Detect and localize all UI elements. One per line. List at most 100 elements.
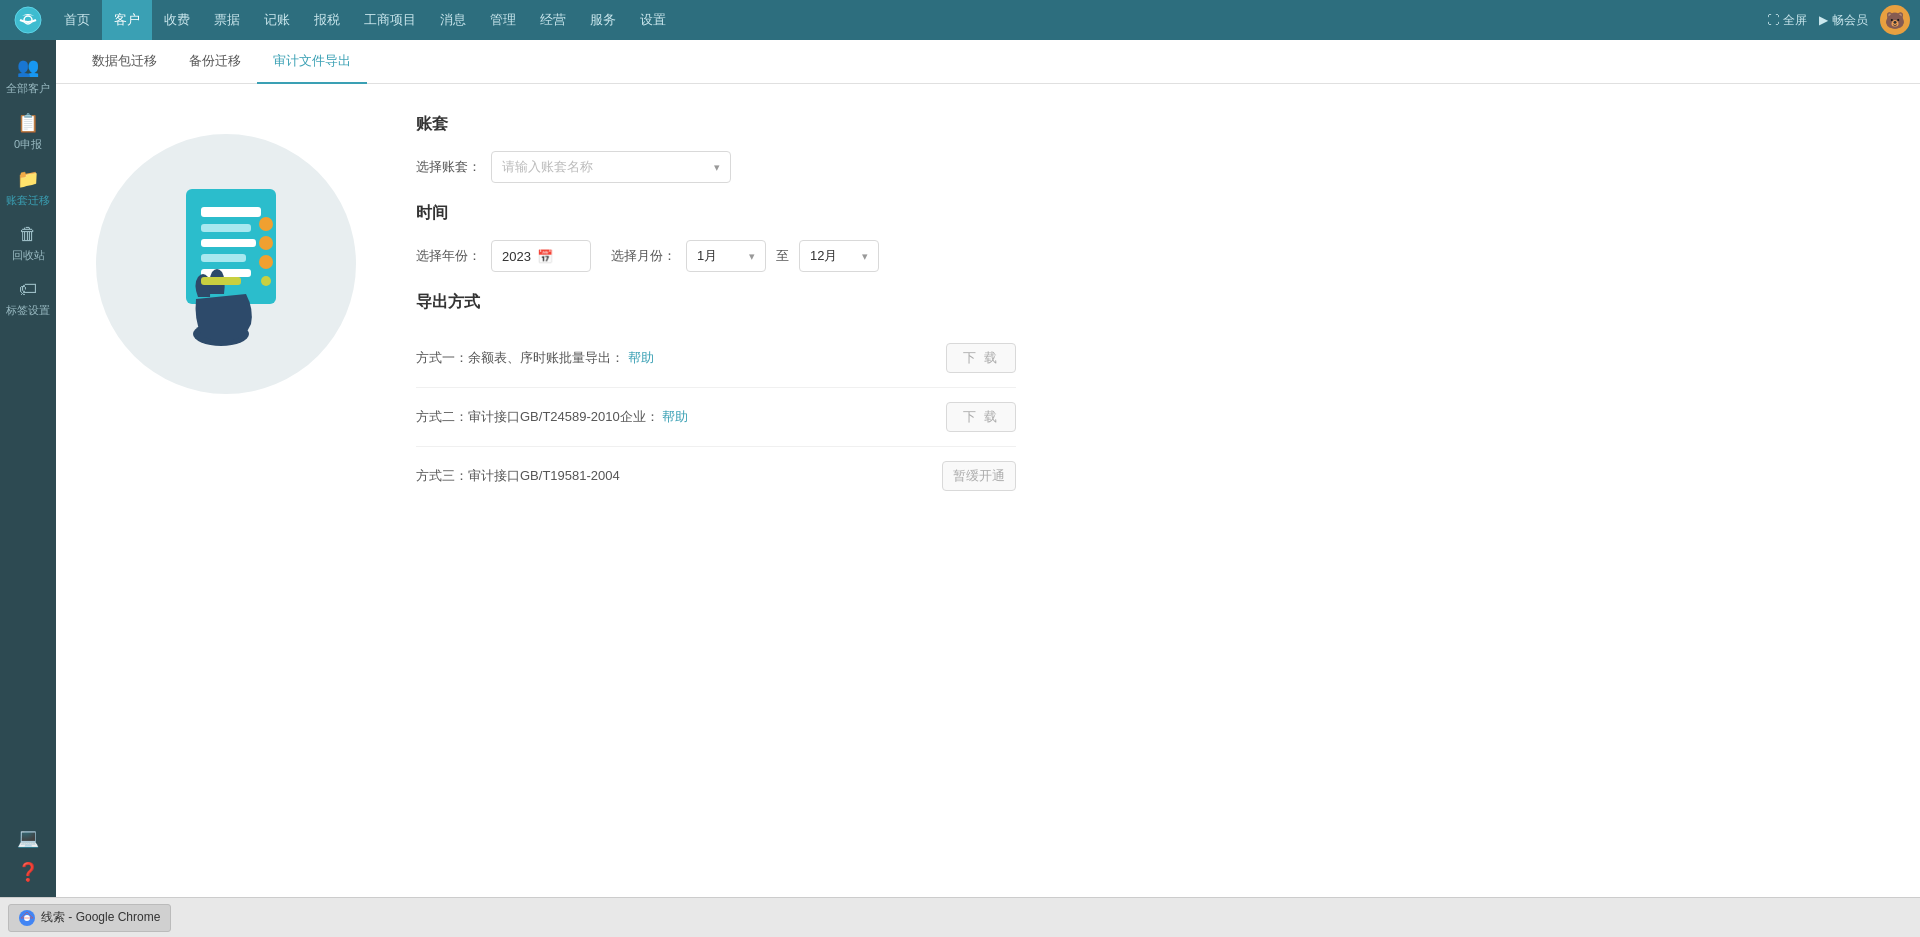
- export-method-1-text: 方式一：余额表、序时账批量导出：: [416, 350, 624, 365]
- sidebar-bottom-icon-2[interactable]: ❓: [13, 857, 43, 887]
- account-select-placeholder: 请输入账套名称: [502, 158, 593, 176]
- tab-bar: 数据包迁移 备份迁移 审计文件导出: [56, 40, 1920, 84]
- nav-invoice[interactable]: 票据: [202, 0, 252, 40]
- taskbar-item-label: 线索 - Google Chrome: [41, 909, 160, 926]
- svg-rect-6: [201, 254, 246, 262]
- month-start-select[interactable]: 1月 ▾: [686, 240, 766, 272]
- month-start-value: 1月: [697, 247, 717, 265]
- customers-icon: 👥: [17, 56, 39, 78]
- illustration-circle: [96, 134, 356, 394]
- sidebar-item-label: 全部客户: [6, 81, 50, 96]
- avatar[interactable]: 🐻: [1880, 5, 1910, 35]
- nav-manage[interactable]: 管理: [478, 0, 528, 40]
- sidebar-item-tag-settings[interactable]: 🏷 标签设置: [0, 271, 56, 326]
- export-method-2-label: 方式二：审计接口GB/T24589-2010企业： 帮助: [416, 408, 936, 426]
- month-end-select[interactable]: 12月 ▾: [799, 240, 879, 272]
- sidebar-item-label: 标签设置: [6, 303, 50, 318]
- nav-business[interactable]: 工商项目: [352, 0, 428, 40]
- svg-point-11: [261, 276, 271, 286]
- top-navigation: 首页 客户 收费 票据 记账 报税 工商项目 消息 管理 经营 服务 设置 ⛶ …: [0, 0, 1920, 40]
- illustration-area: [96, 114, 356, 867]
- svg-point-8: [259, 217, 273, 231]
- nav-tax[interactable]: 报税: [302, 0, 352, 40]
- account-select-row: 选择账套： 请输入账套名称 ▾: [416, 151, 1016, 183]
- export-method-3-text: 方式三：审计接口GB/T19581-2004: [416, 468, 620, 483]
- year-label: 选择年份：: [416, 247, 481, 265]
- fullscreen-button[interactable]: ⛶ 全屏: [1767, 12, 1807, 29]
- account-section-title: 账套: [416, 114, 1016, 135]
- nav-fee[interactable]: 收费: [152, 0, 202, 40]
- chevron-down-icon-month-end: ▾: [862, 250, 868, 263]
- time-row: 选择年份： 2023 📅 选择月份： 1月 ▾ 至 12月 ▾: [416, 240, 1016, 272]
- export-method-2-help[interactable]: 帮助: [662, 409, 688, 424]
- export-method-2-download-button[interactable]: 下 载: [946, 402, 1016, 432]
- tag-icon: 🏷: [19, 279, 37, 300]
- illustration-svg: [146, 169, 306, 359]
- export-method-1-help[interactable]: 帮助: [628, 350, 654, 365]
- export-method-3-row: 方式三：审计接口GB/T19581-2004 暂缓开通: [416, 447, 1016, 505]
- svg-point-10: [259, 255, 273, 269]
- migration-icon: 📁: [17, 168, 39, 190]
- declare-icon: 📋: [17, 112, 39, 134]
- fullscreen-label: 全屏: [1783, 12, 1807, 29]
- svg-rect-3: [201, 207, 261, 217]
- sidebar-item-account-migration[interactable]: 📁 账套迁移: [0, 160, 56, 216]
- export-method-1-label: 方式一：余额表、序时账批量导出： 帮助: [416, 349, 936, 367]
- nav-service[interactable]: 服务: [578, 0, 628, 40]
- trash-icon: 🗑: [19, 224, 37, 245]
- chevron-down-icon-month: ▾: [749, 250, 755, 263]
- nav-right-area: ⛶ 全屏 ▶ 畅会员 🐻: [1767, 5, 1910, 35]
- taskbar-chrome-item[interactable]: 线索 - Google Chrome: [8, 904, 171, 932]
- svg-rect-4: [201, 224, 251, 232]
- month-end-value: 12月: [810, 247, 837, 265]
- export-method-3-label: 方式三：审计接口GB/T19581-2004: [416, 467, 932, 485]
- svg-point-0: [15, 7, 41, 33]
- nav-items: 首页 客户 收费 票据 记账 报税 工商项目 消息 管理 经营 服务 设置: [52, 0, 1767, 40]
- year-value: 2023: [502, 249, 531, 264]
- time-separator: 至: [776, 247, 789, 265]
- export-section: 方式一：余额表、序时账批量导出： 帮助 下 载 方式二：审计接口GB/T2458…: [416, 329, 1016, 505]
- time-section-title: 时间: [416, 203, 1016, 224]
- svg-rect-7: [201, 269, 251, 277]
- export-method-1-download-button[interactable]: 下 载: [946, 343, 1016, 373]
- month-label: 选择月份：: [611, 247, 676, 265]
- tab-backup-migration[interactable]: 备份迁移: [173, 40, 257, 84]
- svg-rect-5: [201, 239, 256, 247]
- form-area: 账套 选择账套： 请输入账套名称 ▾ 时间 选择年份： 2023 📅: [416, 114, 1016, 867]
- sidebar-item-label: 账套迁移: [6, 193, 50, 208]
- nav-home[interactable]: 首页: [52, 0, 102, 40]
- chevron-down-icon: ▾: [714, 161, 720, 174]
- account-select-label: 选择账套：: [416, 158, 481, 176]
- tab-audit-export[interactable]: 审计文件导出: [257, 40, 367, 84]
- nav-customer[interactable]: 客户: [102, 0, 152, 40]
- nav-operation[interactable]: 经营: [528, 0, 578, 40]
- chrome-icon: [19, 910, 35, 926]
- tab-data-migration[interactable]: 数据包迁移: [76, 40, 173, 84]
- export-method-1-row: 方式一：余额表、序时账批量导出： 帮助 下 载: [416, 329, 1016, 388]
- nav-settings[interactable]: 设置: [628, 0, 678, 40]
- vip-label: 畅会员: [1832, 12, 1868, 29]
- vip-icon: ▶: [1819, 13, 1828, 27]
- nav-message[interactable]: 消息: [428, 0, 478, 40]
- main-layout: 👥 全部客户 📋 0申报 📁 账套迁移 🗑 回收站 🏷 标签设置 💻 ❓ 数据包…: [0, 40, 1920, 897]
- export-method-2-row: 方式二：审计接口GB/T24589-2010企业： 帮助 下 载: [416, 388, 1016, 447]
- calendar-icon: 📅: [537, 249, 553, 264]
- app-logo[interactable]: [10, 2, 46, 38]
- sidebar-bottom-icon-1[interactable]: 💻: [13, 823, 43, 853]
- export-method-2-text: 方式二：审计接口GB/T24589-2010企业：: [416, 409, 659, 424]
- fullscreen-icon: ⛶: [1767, 13, 1779, 27]
- export-section-title: 导出方式: [416, 292, 1016, 313]
- sidebar-item-label: 回收站: [12, 248, 45, 263]
- nav-bookkeeping[interactable]: 记账: [252, 0, 302, 40]
- export-method-3-temp-button[interactable]: 暂缓开通: [942, 461, 1016, 491]
- sidebar-item-zero-declare[interactable]: 📋 0申报: [0, 104, 56, 160]
- svg-rect-13: [201, 277, 241, 285]
- taskbar: 线索 - Google Chrome: [0, 897, 1920, 937]
- sidebar-bottom: 💻 ❓: [13, 823, 43, 897]
- sidebar-item-all-customers[interactable]: 👥 全部客户: [0, 48, 56, 104]
- vip-button[interactable]: ▶ 畅会员: [1819, 12, 1868, 29]
- year-input[interactable]: 2023 📅: [491, 240, 591, 272]
- sidebar-item-label: 0申报: [14, 137, 42, 152]
- sidebar-item-trash[interactable]: 🗑 回收站: [0, 216, 56, 271]
- account-select[interactable]: 请输入账套名称 ▾: [491, 151, 731, 183]
